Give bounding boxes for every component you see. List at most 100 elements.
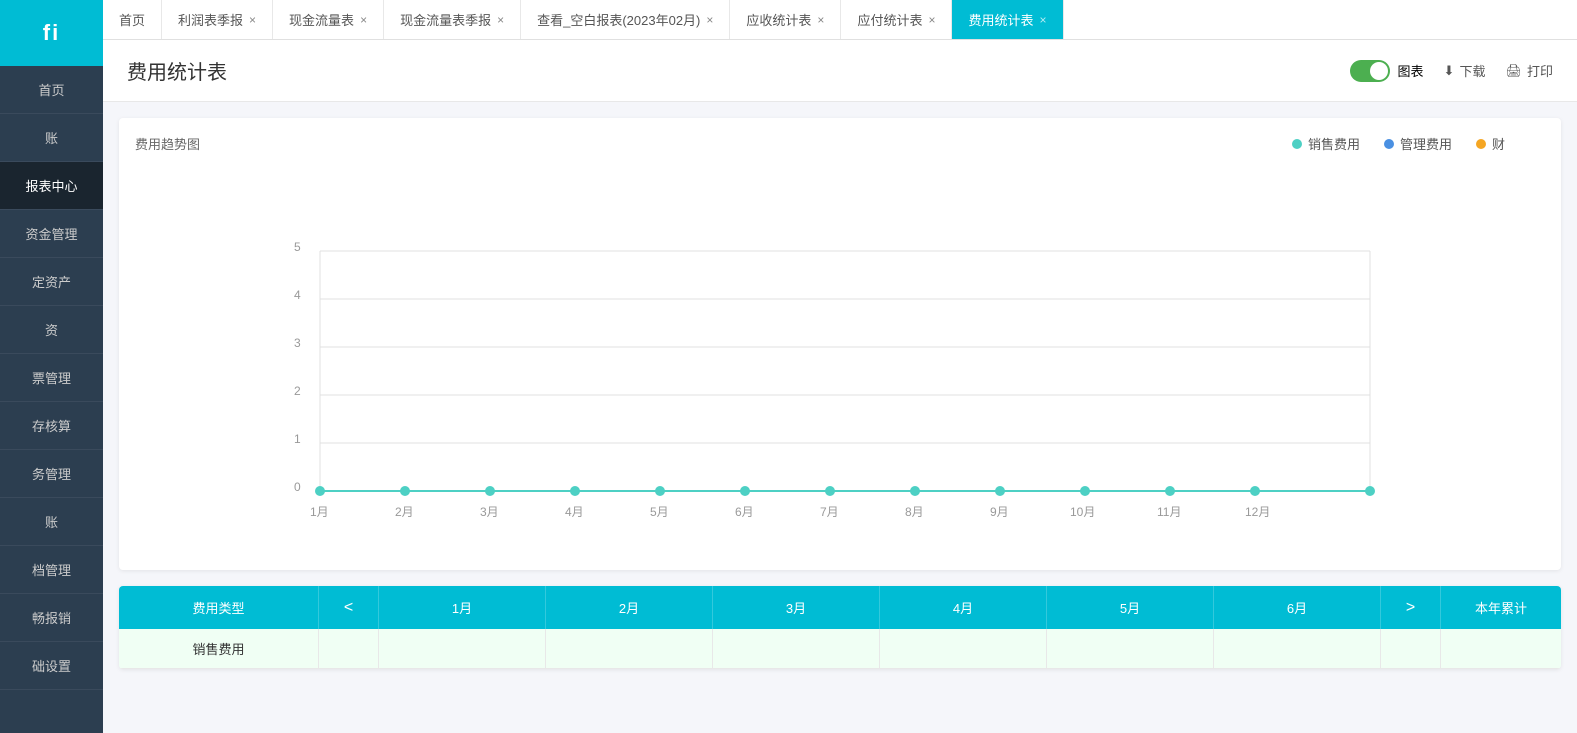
table-header: 费用类型 < 1月 2月 3月 4月 5月 bbox=[119, 586, 1561, 629]
chart-svg-container: 0 1 2 3 4 5 bbox=[135, 171, 1545, 554]
svg-text:12月: 12月 bbox=[1245, 505, 1270, 519]
close-cashflow-quarterly[interactable]: × bbox=[497, 13, 504, 27]
sidebar-item-business[interactable]: 务管理 bbox=[0, 450, 103, 498]
sidebar-item-invoice[interactable]: 票管理 bbox=[0, 354, 103, 402]
th-type: 费用类型 bbox=[119, 586, 319, 629]
tab-payable[interactable]: 应付统计表 × bbox=[841, 0, 952, 39]
th-m1: 1月 bbox=[379, 586, 546, 629]
sidebar-item-reports[interactable]: 报表中心 bbox=[0, 162, 103, 210]
chart-header: 费用趋势图 销售费用 管理费用 财 bbox=[135, 134, 1545, 163]
svg-text:4: 4 bbox=[294, 288, 301, 302]
th-m5: 5月 bbox=[1047, 586, 1214, 629]
page-content: 费用统计表 图表 ⬇ 下载 🖨 打印 费用趋势图 bbox=[103, 40, 1577, 733]
page-header: 费用统计表 图表 ⬇ 下载 🖨 打印 bbox=[103, 40, 1577, 102]
svg-text:3月: 3月 bbox=[480, 505, 499, 519]
td-m4 bbox=[880, 629, 1047, 668]
th-m3: 3月 bbox=[713, 586, 880, 629]
chart-toggle-wrap: 图表 bbox=[1350, 60, 1424, 82]
tab-cashflow-quarterly[interactable]: 现金流量表季报 × bbox=[384, 0, 521, 39]
th-m4: 4月 bbox=[880, 586, 1047, 629]
svg-text:4月: 4月 bbox=[565, 505, 584, 519]
sidebar-item-home[interactable]: 首页 bbox=[0, 66, 103, 114]
sidebar-item-archive[interactable]: 档管理 bbox=[0, 546, 103, 594]
chart-toggle-label: 图表 bbox=[1398, 61, 1424, 80]
svg-text:3: 3 bbox=[294, 336, 301, 350]
legend-sales: 销售费用 bbox=[1292, 134, 1360, 153]
trend-chart-svg: 0 1 2 3 4 5 bbox=[135, 171, 1545, 551]
th-prev[interactable]: < bbox=[319, 586, 379, 629]
header-actions: 图表 ⬇ 下载 🖨 打印 bbox=[1350, 60, 1553, 82]
svg-text:11月: 11月 bbox=[1157, 505, 1181, 519]
td-type: 销售费用 bbox=[119, 629, 319, 668]
svg-text:0: 0 bbox=[294, 480, 301, 494]
tab-cashflow[interactable]: 现金流量表 × bbox=[273, 0, 384, 39]
main-area: 首页 利润表季报 × 现金流量表 × 现金流量表季报 × 查看_空白报表(202… bbox=[103, 0, 1577, 733]
chart-title: 费用趋势图 bbox=[135, 134, 200, 153]
print-icon: 🖨 bbox=[1505, 63, 1522, 79]
svg-text:1月: 1月 bbox=[310, 505, 329, 519]
chart-legend: 销售费用 管理费用 财 bbox=[1292, 134, 1505, 153]
close-expense[interactable]: × bbox=[1039, 13, 1046, 27]
legend-dot-mgmt bbox=[1384, 139, 1394, 149]
sidebar-item-ledger[interactable]: 账 bbox=[0, 114, 103, 162]
print-button[interactable]: 🖨 打印 bbox=[1505, 61, 1553, 80]
sidebar: fi 首页 账 报表中心 资金管理 定资产 资 票管理 存核算 务管理 账 档管… bbox=[0, 0, 103, 733]
sidebar-item-resources[interactable]: 资 bbox=[0, 306, 103, 354]
svg-text:1: 1 bbox=[294, 432, 301, 446]
close-view-blank[interactable]: × bbox=[706, 13, 713, 27]
tab-bar: 首页 利润表季报 × 现金流量表 × 现金流量表季报 × 查看_空白报表(202… bbox=[103, 0, 1577, 40]
tab-home[interactable]: 首页 bbox=[103, 0, 162, 39]
page-title: 费用统计表 bbox=[127, 56, 227, 85]
tab-expense[interactable]: 费用统计表 × bbox=[952, 0, 1063, 39]
sidebar-item-fund[interactable]: 资金管理 bbox=[0, 210, 103, 258]
sidebar-item-inventory[interactable]: 存核算 bbox=[0, 402, 103, 450]
chart-section: 费用趋势图 销售费用 管理费用 财 bbox=[119, 118, 1561, 570]
app-logo: fi bbox=[0, 0, 103, 66]
close-profit-quarterly[interactable]: × bbox=[249, 13, 256, 27]
th-m2: 2月 bbox=[546, 586, 713, 629]
td-m5 bbox=[1047, 629, 1214, 668]
sidebar-item-sub-ledger[interactable]: 账 bbox=[0, 498, 103, 546]
svg-text:5: 5 bbox=[294, 240, 301, 254]
download-icon: ⬇ bbox=[1444, 63, 1455, 79]
sidebar-item-settings[interactable]: 础设置 bbox=[0, 642, 103, 690]
th-next[interactable]: > bbox=[1381, 586, 1441, 629]
td-prev bbox=[319, 629, 379, 668]
close-cashflow[interactable]: × bbox=[360, 13, 367, 27]
chart-toggle[interactable] bbox=[1350, 60, 1390, 82]
td-m6 bbox=[1214, 629, 1381, 668]
expense-table: 费用类型 < 1月 2月 3月 4月 5月 bbox=[119, 586, 1561, 669]
tab-receivable[interactable]: 应收统计表 × bbox=[730, 0, 841, 39]
td-m3 bbox=[713, 629, 880, 668]
th-ytd: 本年累计 bbox=[1441, 586, 1561, 629]
close-receivable[interactable]: × bbox=[817, 13, 824, 27]
svg-text:7月: 7月 bbox=[820, 505, 839, 519]
sidebar-item-write-off[interactable]: 畅报销 bbox=[0, 594, 103, 642]
tab-profit-quarterly[interactable]: 利润表季报 × bbox=[162, 0, 273, 39]
tab-view-blank[interactable]: 查看_空白报表(2023年02月) × bbox=[521, 0, 730, 39]
td-m1 bbox=[379, 629, 546, 668]
svg-text:8月: 8月 bbox=[905, 505, 924, 519]
close-payable[interactable]: × bbox=[928, 13, 935, 27]
legend-dot-sales bbox=[1292, 139, 1302, 149]
sidebar-item-fixed-assets[interactable]: 定资产 bbox=[0, 258, 103, 306]
th-m6: 6月 bbox=[1214, 586, 1381, 629]
legend-label-mgmt: 管理费用 bbox=[1400, 134, 1452, 153]
next-arrow-icon[interactable]: > bbox=[1402, 599, 1419, 617]
prev-arrow-icon[interactable]: < bbox=[340, 599, 357, 617]
legend-dot-finance bbox=[1476, 139, 1486, 149]
td-m2 bbox=[546, 629, 713, 668]
td-next bbox=[1381, 629, 1441, 668]
table-row: 销售费用 bbox=[119, 629, 1561, 669]
svg-text:9月: 9月 bbox=[990, 505, 1009, 519]
legend-mgmt: 管理费用 bbox=[1384, 134, 1452, 153]
svg-text:2: 2 bbox=[294, 384, 301, 398]
legend-label-sales: 销售费用 bbox=[1308, 134, 1360, 153]
td-ytd bbox=[1441, 629, 1561, 668]
download-button[interactable]: ⬇ 下载 bbox=[1444, 61, 1486, 80]
svg-text:6月: 6月 bbox=[735, 505, 754, 519]
svg-text:5月: 5月 bbox=[650, 505, 669, 519]
legend-label-finance: 财 bbox=[1492, 134, 1505, 153]
legend-finance: 财 bbox=[1476, 134, 1505, 153]
svg-text:10月: 10月 bbox=[1070, 505, 1095, 519]
